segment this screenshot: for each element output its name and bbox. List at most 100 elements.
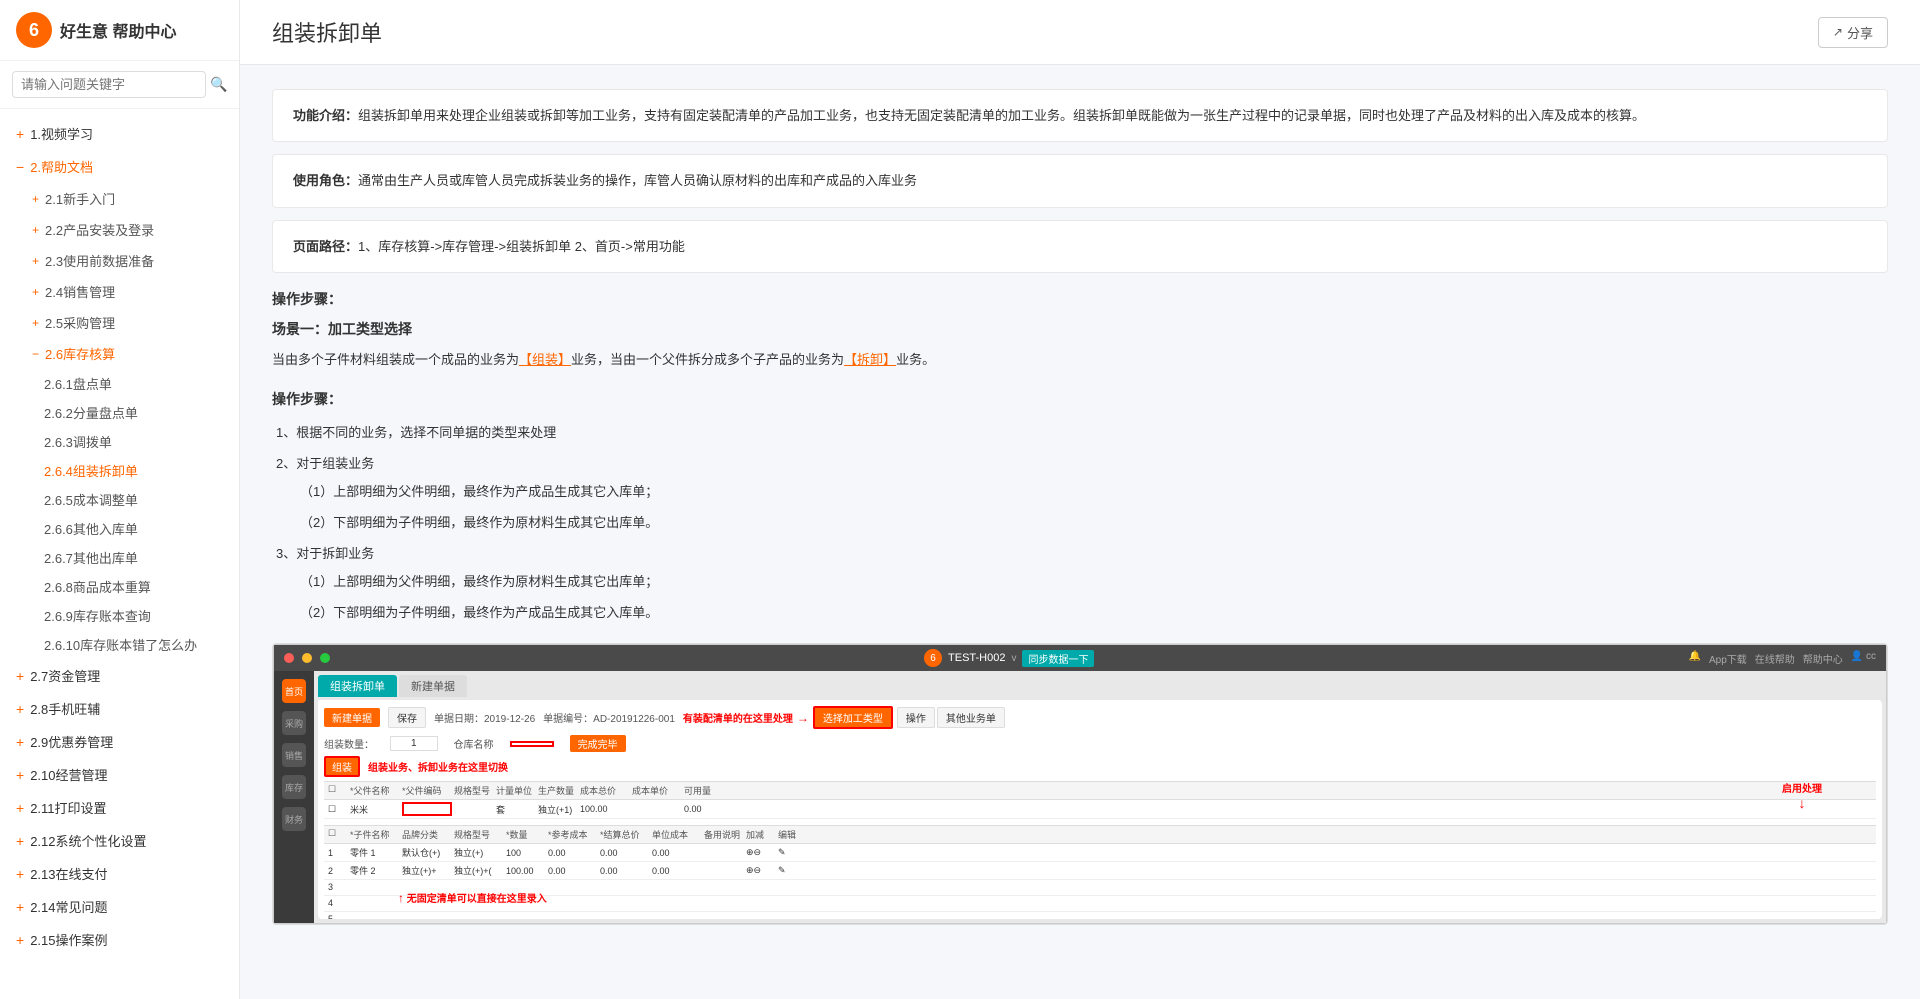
btable-row-2: 2 零件 2 独立(+)+ 独立(+)+( 100.00 0.00 0.00 0… [324, 862, 1876, 880]
sidebar-item-2-4[interactable]: + 2.4销售管理 [0, 276, 239, 307]
nav-section-header-215[interactable]: + 2.15操作案例 [0, 923, 239, 956]
btable-row-5: 5 [324, 912, 1876, 919]
sidebar-item-2-6[interactable]: − 2.6库存核算 [0, 338, 239, 369]
sidebar-subitem-265[interactable]: 2.6.5成本调整单 [0, 485, 239, 514]
nav-section-header-210[interactable]: + 2.10经营管理 [0, 758, 239, 791]
confirm-btn: 完成完毕 [570, 735, 626, 752]
sidebar-subitem-label-269: 2.6.9库存账本查询 [44, 609, 151, 624]
col-cost: 成本总价 [580, 784, 630, 797]
search-button[interactable]: 🔍 [210, 76, 227, 93]
arrow-up-4: ↑ [398, 891, 404, 905]
icon-shop: App下载 [1709, 651, 1747, 666]
sidebar-item-2-5[interactable]: + 2.5采购管理 [0, 307, 239, 338]
expand-icon-210: + [16, 767, 24, 783]
brow2-name: 零件 2 [350, 864, 400, 877]
role-label: 使用角色： [293, 173, 358, 188]
expand-icon-sub-24: + [32, 285, 39, 299]
brow1-edit: ✎ [778, 847, 798, 858]
steps-list: 1、根据不同的业务，选择不同单据的类型来处理 2、对于组装业务 （1）上部明细为… [272, 419, 1888, 627]
nav-section-header-212[interactable]: + 2.12系统个性化设置 [0, 824, 239, 857]
sidebar-item-2-3[interactable]: + 2.3使用前数据准备 [0, 245, 239, 276]
bcol-unitcost: 单位成本 [652, 828, 702, 841]
nav-section-header-2[interactable]: − 2.帮助文档 [0, 150, 239, 183]
collapse-icon-2: − [16, 159, 24, 175]
nav-section-header-211[interactable]: + 2.11打印设置 [0, 791, 239, 824]
nav-section-header-214[interactable]: + 2.14常见问题 [0, 890, 239, 923]
expand-icon-sub-25: + [32, 316, 39, 330]
brow1-spec: 独立(+) [454, 846, 504, 859]
expand-icon-sub-23: + [32, 254, 39, 268]
brow2-add: ⊕⊖ [746, 865, 776, 876]
nav-section-215: + 2.15操作案例 [0, 923, 239, 956]
nav-section-header-29[interactable]: + 2.9优惠券管理 [0, 725, 239, 758]
sidebar-subitem-267[interactable]: 2.6.7其他出库单 [0, 543, 239, 572]
expand-icon-214: + [16, 899, 24, 915]
step3-sub-steps: （1）上部明细为父件明细，最终作为原材料生成其它出库单； （2）下部明细为子件明… [276, 568, 1888, 627]
sidebar-subitem-263[interactable]: 2.6.3调拨单 [0, 427, 239, 456]
sidebar-item-2-1[interactable]: + 2.1新手入门 [0, 183, 239, 214]
nav-section-1: + 1.视频学习 [0, 117, 239, 150]
nav-section-label-211: 2.11打印设置 [30, 798, 106, 817]
nav-section-header-28[interactable]: + 2.8手机旺辅 [0, 692, 239, 725]
form-action-btn1: 操作 [897, 707, 935, 728]
qty-label: 组装数量： [324, 736, 374, 751]
expand-icon-213: + [16, 866, 24, 882]
app-table-header: ☐ *父件名称 *父件编码 规格型号 计量单位 生产数量 成本总价 成本单价 可… [324, 781, 1876, 800]
share-button[interactable]: ↗ 分享 [1818, 17, 1888, 48]
nav-section-header-1[interactable]: + 1.视频学习 [0, 117, 239, 150]
col-qty: 计量单位 [496, 784, 536, 797]
nav-section-label-2: 2.帮助文档 [30, 157, 93, 176]
sidebar-item-label-2-4: 2.4销售管理 [45, 282, 115, 301]
nav-section-212: + 2.12系统个性化设置 [0, 824, 239, 857]
brow1-total: 0.00 [600, 848, 650, 858]
sidebar-subitem-262[interactable]: 2.6.2分量盘点单 [0, 398, 239, 427]
form-new-btn: 新建单据 [324, 708, 380, 727]
expand-icon-27: + [16, 668, 24, 684]
sidebar-subitem-269[interactable]: 2.6.9库存账本查询 [0, 601, 239, 630]
step3-sub1: （1）上部明细为父件明细，最终作为原材料生成其它出库单； [300, 568, 1888, 597]
share-icon: ↗ [1833, 25, 1843, 39]
sidebar-subitem-266[interactable]: 2.6.6其他入库单 [0, 514, 239, 543]
sidebar-subitem-label-263: 2.6.3调拨单 [44, 435, 112, 450]
app-left-sidebar: 首页 采购 销售 库存 财务 [274, 671, 314, 923]
highlight-assembly[interactable]: 【组装】 [519, 352, 571, 367]
brow2-qty: 100.00 [506, 866, 546, 876]
nav-section-2: − 2.帮助文档 + 2.1新手入门 + 2.2产品安装及登录 + 2.3使用前… [0, 150, 239, 659]
path-label: 页面路径： [293, 239, 358, 254]
minimize-dot [302, 653, 312, 663]
app-logo-small: 6 [924, 649, 942, 667]
step2-sub2: （2）下部明细为子件明细，最终作为原材料生成其它出库单。 [300, 509, 1888, 538]
sidebar-subitem-261[interactable]: 2.6.1盘点单 [0, 369, 239, 398]
annotation3-text: 启用处理 [1782, 780, 1822, 795]
btable-row-3: 3 [324, 880, 1876, 896]
brow1-add: ⊕⊖ [746, 847, 776, 858]
sidebar-subitem-268[interactable]: 2.6.8商品成本重算 [0, 572, 239, 601]
step-2: 2、对于组装业务 （1）上部明细为父件明细，最终作为产成品生成其它入库单； （2… [276, 450, 1888, 538]
sidebar-subitem-264[interactable]: 2.6.4组装拆卸单 [0, 456, 239, 485]
role-card: 使用角色：通常由生产人员或库管人员完成拆装业务的操作，库管人员确认原材料的出库和… [272, 154, 1888, 207]
bcol-code: 品牌分类 [402, 828, 452, 841]
nav-section-header-213[interactable]: + 2.13在线支付 [0, 857, 239, 890]
search-box: 🔍 [0, 61, 239, 109]
search-input[interactable] [12, 71, 206, 98]
table-row-1: ☐ 米米 套 独立(+1) 100.00 0.00 [324, 800, 1876, 819]
main-content: 组装拆卸单 ↗ 分享 功能介绍：组装拆卸单用来处理企业组装或拆卸等加工业务，支持… [240, 0, 1920, 999]
nav-section-label-214: 2.14常见问题 [30, 897, 107, 916]
brow2-edit: ✎ [778, 865, 798, 876]
path-text: 1、库存核算->库存管理->组装拆卸单 2、首页->常用功能 [358, 239, 685, 254]
annotation4-area: ↑ 无固定清单可以直接在这里录入 [398, 890, 547, 905]
sidebar-subitem-2610[interactable]: 2.6.10库存账本错了怎么办 [0, 630, 239, 659]
sidebar-item-2-2[interactable]: + 2.2产品安装及登录 [0, 214, 239, 245]
highlight-disassembly[interactable]: 【拆卸】 [844, 352, 896, 367]
sidebar-item-label-2-3: 2.3使用前数据准备 [45, 251, 154, 270]
arrow-down-3: ↓ [1799, 795, 1806, 811]
share-label: 分享 [1847, 23, 1873, 42]
sidebar-item-label-2-2: 2.2产品安装及登录 [45, 220, 154, 239]
nav-section-label-210: 2.10经营管理 [30, 765, 107, 784]
icon-bell: 🔔 [1689, 651, 1701, 666]
brow1-name: 零件 1 [350, 846, 400, 859]
nav-section-header-27[interactable]: + 2.7资金管理 [0, 659, 239, 692]
annotation3-area: 启用处理 ↓ [1782, 780, 1822, 811]
sidebar-subitem-label-268: 2.6.8商品成本重算 [44, 580, 151, 595]
app-name-bar: TEST-H002 [948, 652, 1005, 664]
